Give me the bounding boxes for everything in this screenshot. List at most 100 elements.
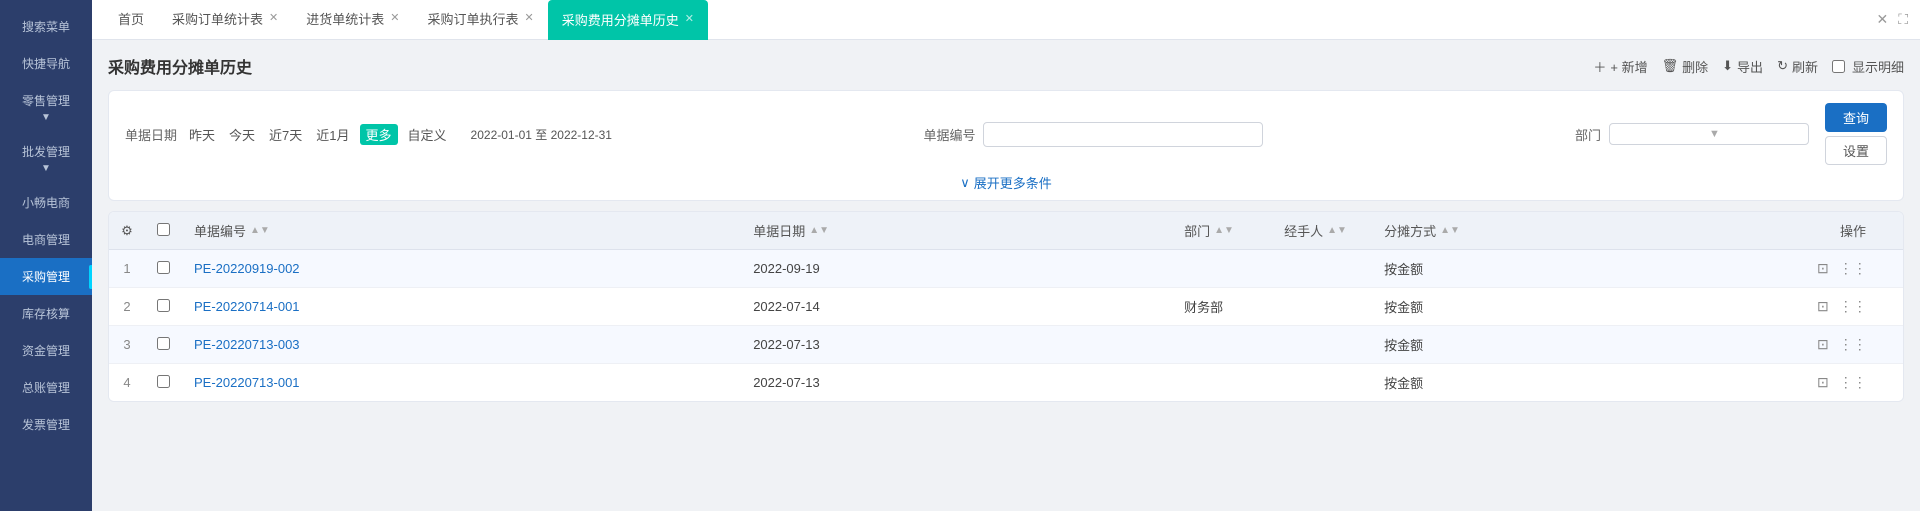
export-icon: ⬇ [1722, 58, 1733, 74]
sidebar-item-ecommerce-mgmt[interactable]: 电商管理 [0, 221, 92, 258]
today-btn[interactable]: 今天 [225, 124, 259, 145]
tab-close-icon[interactable]: ✕ [269, 13, 278, 24]
sidebar-item-purchase[interactable]: 采购管理 [0, 258, 92, 295]
expand-conditions-button[interactable]: ∨ 展开更多条件 [960, 173, 1052, 192]
more-action-icon[interactable]: ⋮⋮ [1837, 334, 1869, 355]
row-order-no: PE-20220714-001 [182, 288, 741, 326]
fullscreen-icon[interactable]: ⛶ [1898, 11, 1908, 28]
row-checkbox-cell [145, 326, 182, 364]
order-no-filter-group: 单据编号 [923, 122, 1263, 147]
yesterday-btn[interactable]: 昨天 [185, 124, 219, 145]
sidebar-item-retail[interactable]: 零售管理 ▼ [0, 82, 92, 133]
sidebar-item-ecommerce-small[interactable]: 小畅电商 [0, 184, 92, 221]
sort-icon[interactable]: ▲▼ [1214, 227, 1234, 235]
order-no-link[interactable]: PE-20220713-001 [194, 375, 300, 390]
order-no-link[interactable]: PE-20220919-002 [194, 261, 300, 276]
chevron-down-icon: ▼ [41, 112, 51, 123]
row-date: 2022-07-13 [741, 326, 1172, 364]
col-date: 单据日期 ▲▼ [741, 212, 1172, 250]
tab-close-icon[interactable]: ✕ [390, 13, 399, 24]
table-body: 1 PE-20220919-002 2022-09-19 按金额 [109, 250, 1903, 402]
more-action-icon[interactable]: ⋮⋮ [1837, 258, 1869, 279]
delete-button[interactable]: 🗑 删除 [1662, 57, 1709, 76]
close-all-icon[interactable]: ✕ [1876, 11, 1888, 28]
row-date: 2022-09-19 [741, 250, 1172, 288]
table-row: 1 PE-20220919-002 2022-09-19 按金额 [109, 250, 1903, 288]
table-row: 4 PE-20220713-001 2022-07-13 按金额 [109, 364, 1903, 402]
date-range-text: 2022-01-01 至 2022-12-31 [471, 128, 612, 142]
tab-bar: 首页 采购订单统计表 ✕ 进货单统计表 ✕ 采购订单执行表 ✕ 采购费用分摊单历… [92, 0, 1920, 40]
row-checkbox[interactable] [157, 375, 170, 388]
chevron-down-icon: ∨ [960, 175, 970, 191]
date-range-display: 2022-01-01 至 2022-12-31 [467, 126, 612, 143]
sidebar-item-finance[interactable]: 资金管理 [0, 332, 92, 369]
refresh-button[interactable]: ↻ 刷新 [1777, 57, 1818, 76]
row-order-no: PE-20220919-002 [182, 250, 741, 288]
chevron-down-icon: ▼ [41, 163, 51, 174]
sidebar: 搜索菜单 快捷导航 零售管理 ▼ 批发管理 ▼ 小畅电商 电商管理 采购管理 库… [0, 0, 92, 511]
dept-select[interactable]: ▼ [1609, 123, 1809, 145]
chevron-down-icon: ▼ [1709, 128, 1800, 140]
row-dept [1172, 326, 1272, 364]
more-action-icon[interactable]: ⋮⋮ [1837, 296, 1869, 317]
display-detail-toggle[interactable]: 显示明细 [1832, 57, 1904, 76]
col-action: 操作 [1803, 212, 1903, 250]
view-icon[interactable]: ⊡ [1815, 372, 1831, 393]
action-icons: ⊡ ⋮⋮ [1815, 334, 1891, 355]
select-all-checkbox[interactable] [157, 223, 170, 236]
sidebar-item-inventory[interactable]: 库存核算 [0, 295, 92, 332]
dept-filter-group: 部门 ▼ [1575, 123, 1809, 145]
order-no-label: 单据编号 [923, 125, 975, 144]
sidebar-item-wholesale[interactable]: 批发管理 ▼ [0, 133, 92, 184]
more-action-icon[interactable]: ⋮⋮ [1837, 372, 1869, 393]
last7-btn[interactable]: 近7天 [265, 124, 306, 145]
tab-close-icon[interactable]: ✕ [525, 13, 534, 24]
custom-btn[interactable]: 自定义 [404, 124, 451, 145]
add-button[interactable]: ＋ + 新增 [1593, 57, 1647, 76]
action-icons: ⊡ ⋮⋮ [1815, 258, 1891, 279]
sidebar-item-ledger[interactable]: 总账管理 [0, 369, 92, 406]
export-button[interactable]: ⬇ 导出 [1722, 57, 1763, 76]
sidebar-item-invoice[interactable]: 发票管理 [0, 406, 92, 443]
row-num: 2 [109, 288, 145, 326]
sort-icon[interactable]: ▲▼ [1327, 227, 1347, 235]
sidebar-item-quick-nav[interactable]: 快捷导航 [0, 45, 92, 82]
tab-purchase-order-stat[interactable]: 采购订单统计表 ✕ [158, 0, 292, 40]
tab-purchase-fee-history[interactable]: 采购费用分摊单历史 ✕ [548, 0, 708, 40]
order-no-link[interactable]: PE-20220714-001 [194, 299, 300, 314]
order-no-link[interactable]: PE-20220713-003 [194, 337, 300, 352]
query-button[interactable]: 查询 [1825, 103, 1887, 132]
row-handler [1272, 326, 1372, 364]
view-icon[interactable]: ⊡ [1815, 258, 1831, 279]
row-checkbox-cell [145, 288, 182, 326]
date-quick-buttons: 昨天 今天 近7天 近1月 更多 自定义 [185, 124, 451, 145]
view-icon[interactable]: ⊡ [1815, 334, 1831, 355]
row-checkbox[interactable] [157, 337, 170, 350]
tab-close-active-icon[interactable]: ✕ [685, 14, 694, 25]
col-order-no: 单据编号 ▲▼ [182, 212, 741, 250]
sort-icon[interactable]: ▲▼ [1440, 227, 1460, 235]
sidebar-item-search[interactable]: 搜索菜单 [0, 8, 92, 45]
view-icon[interactable]: ⊡ [1815, 296, 1831, 317]
sort-icon[interactable]: ▲▼ [809, 227, 829, 235]
order-no-input[interactable] [983, 122, 1263, 147]
data-table: ⚙ 单据编号 ▲▼ 单据日期 [109, 212, 1903, 401]
tab-inbound-stat[interactable]: 进货单统计表 ✕ [292, 0, 413, 40]
row-checkbox[interactable] [157, 299, 170, 312]
query-setting-buttons: 查询 设置 [1825, 103, 1887, 165]
action-icons: ⊡ ⋮⋮ [1815, 372, 1891, 393]
last-month-btn[interactable]: 近1月 [312, 124, 353, 145]
row-action-cell: ⊡ ⋮⋮ [1803, 288, 1903, 326]
toolbar: ＋ + 新增 🗑 删除 ⬇ 导出 ↻ 刷新 显示明细 [1593, 57, 1904, 76]
tab-purchase-exec[interactable]: 采购订单执行表 ✕ [413, 0, 547, 40]
refresh-icon: ↻ [1777, 58, 1788, 74]
row-split-method: 按金额 [1372, 250, 1803, 288]
gear-icon[interactable]: ⚙ [121, 223, 133, 238]
setting-button[interactable]: 设置 [1825, 136, 1887, 165]
row-checkbox[interactable] [157, 261, 170, 274]
tab-home[interactable]: 首页 [104, 0, 158, 40]
sort-icon[interactable]: ▲▼ [250, 227, 270, 235]
col-dept: 部门 ▲▼ [1172, 212, 1272, 250]
display-detail-checkbox[interactable] [1832, 60, 1845, 73]
more-btn[interactable]: 更多 [360, 124, 398, 145]
